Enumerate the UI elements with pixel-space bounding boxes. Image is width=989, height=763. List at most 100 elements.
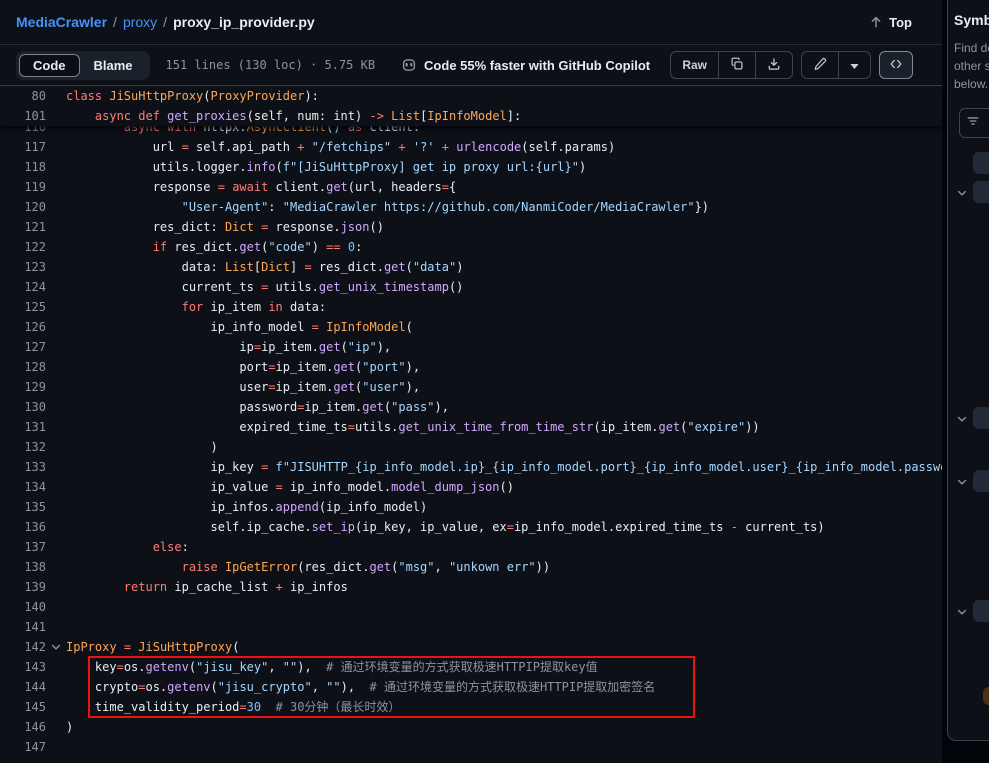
line-number[interactable]: 142 [0, 637, 46, 657]
code-line-101: 101 async def get_proxies(self, num: int… [0, 106, 942, 126]
code-text: res_dict: Dict = response.json() [66, 217, 384, 237]
code-text: self.ip_cache.set_ip(ip_key, ip_value, e… [66, 517, 825, 537]
line-number[interactable]: 131 [0, 417, 46, 437]
chevron-slot [46, 86, 66, 106]
back-to-top-label: Top [889, 15, 912, 30]
code-line-122: 122 if res_dict.get("code") == 0: [0, 237, 942, 257]
chevron-slot [46, 397, 66, 417]
code-line-137: 137 else: [0, 537, 942, 557]
code-line-126: 126 ip_info_model = IpInfoModel( [0, 317, 942, 337]
line-number[interactable]: 120 [0, 197, 46, 217]
chevron-slot [46, 537, 66, 557]
line-number[interactable]: 122 [0, 237, 46, 257]
line-number[interactable]: 140 [0, 597, 46, 617]
copy-button[interactable] [718, 52, 755, 78]
line-number[interactable]: 138 [0, 557, 46, 577]
line-number[interactable]: 136 [0, 517, 46, 537]
line-number[interactable]: 129 [0, 377, 46, 397]
line-number[interactable]: 119 [0, 177, 46, 197]
line-number[interactable]: 80 [0, 86, 46, 106]
chevron-down-icon[interactable] [956, 412, 969, 425]
chevron-slot [46, 377, 66, 397]
line-number[interactable]: 143 [0, 657, 46, 677]
line-number[interactable]: 137 [0, 537, 46, 557]
line-number[interactable]: 126 [0, 317, 46, 337]
tab-blame[interactable]: Blame [80, 54, 147, 77]
code-text: current_ts = utils.get_unix_timestamp() [66, 277, 463, 297]
line-number[interactable]: 116 [0, 126, 46, 137]
code-text: crypto=os.getenv("jisu_crypto", ""), # 通… [66, 677, 655, 697]
line-number[interactable]: 101 [0, 106, 46, 126]
chevron-slot [46, 237, 66, 257]
code-line-124: 124 current_ts = utils.get_unix_timestam… [0, 277, 942, 297]
line-number[interactable]: 128 [0, 357, 46, 377]
line-number[interactable]: 147 [0, 737, 46, 757]
collapse-chevron-icon[interactable] [46, 637, 66, 657]
chevron-slot [46, 417, 66, 437]
tab-code[interactable]: Code [19, 54, 80, 77]
symbol-item[interactable] [973, 152, 989, 174]
code-line-80: 80class JiSuHttpProxy(ProxyProvider): [0, 86, 942, 106]
line-number[interactable]: 141 [0, 617, 46, 637]
download-button[interactable] [755, 52, 792, 78]
chevron-slot [46, 697, 66, 717]
line-number[interactable]: 121 [0, 217, 46, 237]
line-number[interactable]: 124 [0, 277, 46, 297]
line-number[interactable]: 117 [0, 137, 46, 157]
edit-button[interactable] [802, 52, 838, 78]
line-number[interactable]: 130 [0, 397, 46, 417]
symbols-filter-button[interactable] [959, 108, 989, 138]
symbol-item[interactable] [973, 407, 989, 429]
raw-button[interactable]: Raw [671, 52, 718, 78]
chevron-down-icon[interactable] [956, 475, 969, 488]
code-line-145: 145 time_validity_period=30 # 30分钟（最长时效） [0, 697, 942, 717]
code-view: 80class JiSuHttpProxy(ProxyProvider):101… [0, 86, 942, 757]
line-number[interactable]: 145 [0, 697, 46, 717]
code-line-134: 134 ip_value = ip_info_model.model_dump_… [0, 477, 942, 497]
line-number[interactable]: 125 [0, 297, 46, 317]
line-number[interactable]: 135 [0, 497, 46, 517]
line-number[interactable]: 132 [0, 437, 46, 457]
back-to-top-link[interactable]: Top [869, 15, 912, 30]
code-line-143: 143 key=os.getenv("jisu_key", ""), # 通过环… [0, 657, 942, 677]
line-number[interactable]: 118 [0, 157, 46, 177]
code-text: else: [66, 537, 189, 557]
chevron-slot [46, 257, 66, 277]
breadcrumb-dir-link[interactable]: proxy [123, 14, 157, 30]
code-line-147: 147 [0, 737, 942, 757]
symbols-panel-button[interactable] [879, 51, 913, 79]
line-number[interactable]: 146 [0, 717, 46, 737]
edit-dropdown-button[interactable] [838, 52, 870, 78]
edit-group [801, 51, 871, 79]
code-blame-switcher: Code Blame [16, 51, 150, 80]
chevron-slot [46, 157, 66, 177]
code-text: IpProxy = JiSuHttpProxy( [66, 637, 239, 657]
sticky-context-lines: 80class JiSuHttpProxy(ProxyProvider):101… [0, 86, 942, 126]
code-text: time_validity_period=30 # 30分钟（最长时效） [66, 697, 400, 717]
chevron-down-icon[interactable] [956, 186, 969, 199]
chevron-slot [46, 477, 66, 497]
breadcrumb-repo-link[interactable]: MediaCrawler [16, 14, 107, 30]
line-number[interactable]: 133 [0, 457, 46, 477]
arrow-up-icon [869, 15, 883, 29]
symbol-item[interactable] [973, 181, 989, 203]
chevron-slot [46, 137, 66, 157]
chevron-slot [46, 177, 66, 197]
code-line-127: 127 ip=ip_item.get("ip"), [0, 337, 942, 357]
symbol-item[interactable] [983, 687, 989, 705]
chevron-slot [46, 717, 66, 737]
line-number[interactable]: 134 [0, 477, 46, 497]
line-number[interactable]: 139 [0, 577, 46, 597]
chevron-slot [46, 357, 66, 377]
chevron-slot [46, 297, 66, 317]
chevron-slot [46, 437, 66, 457]
line-number[interactable]: 127 [0, 337, 46, 357]
code-line-117: 117 url = self.api_path + "/fetchips" + … [0, 137, 942, 157]
line-number[interactable]: 123 [0, 257, 46, 277]
symbol-item[interactable] [973, 470, 989, 492]
code-text: ip_value = ip_info_model.model_dump_json… [66, 477, 514, 497]
symbol-item[interactable] [973, 600, 989, 622]
line-number[interactable]: 144 [0, 677, 46, 697]
chevron-slot [46, 677, 66, 697]
chevron-down-icon[interactable] [956, 605, 969, 618]
